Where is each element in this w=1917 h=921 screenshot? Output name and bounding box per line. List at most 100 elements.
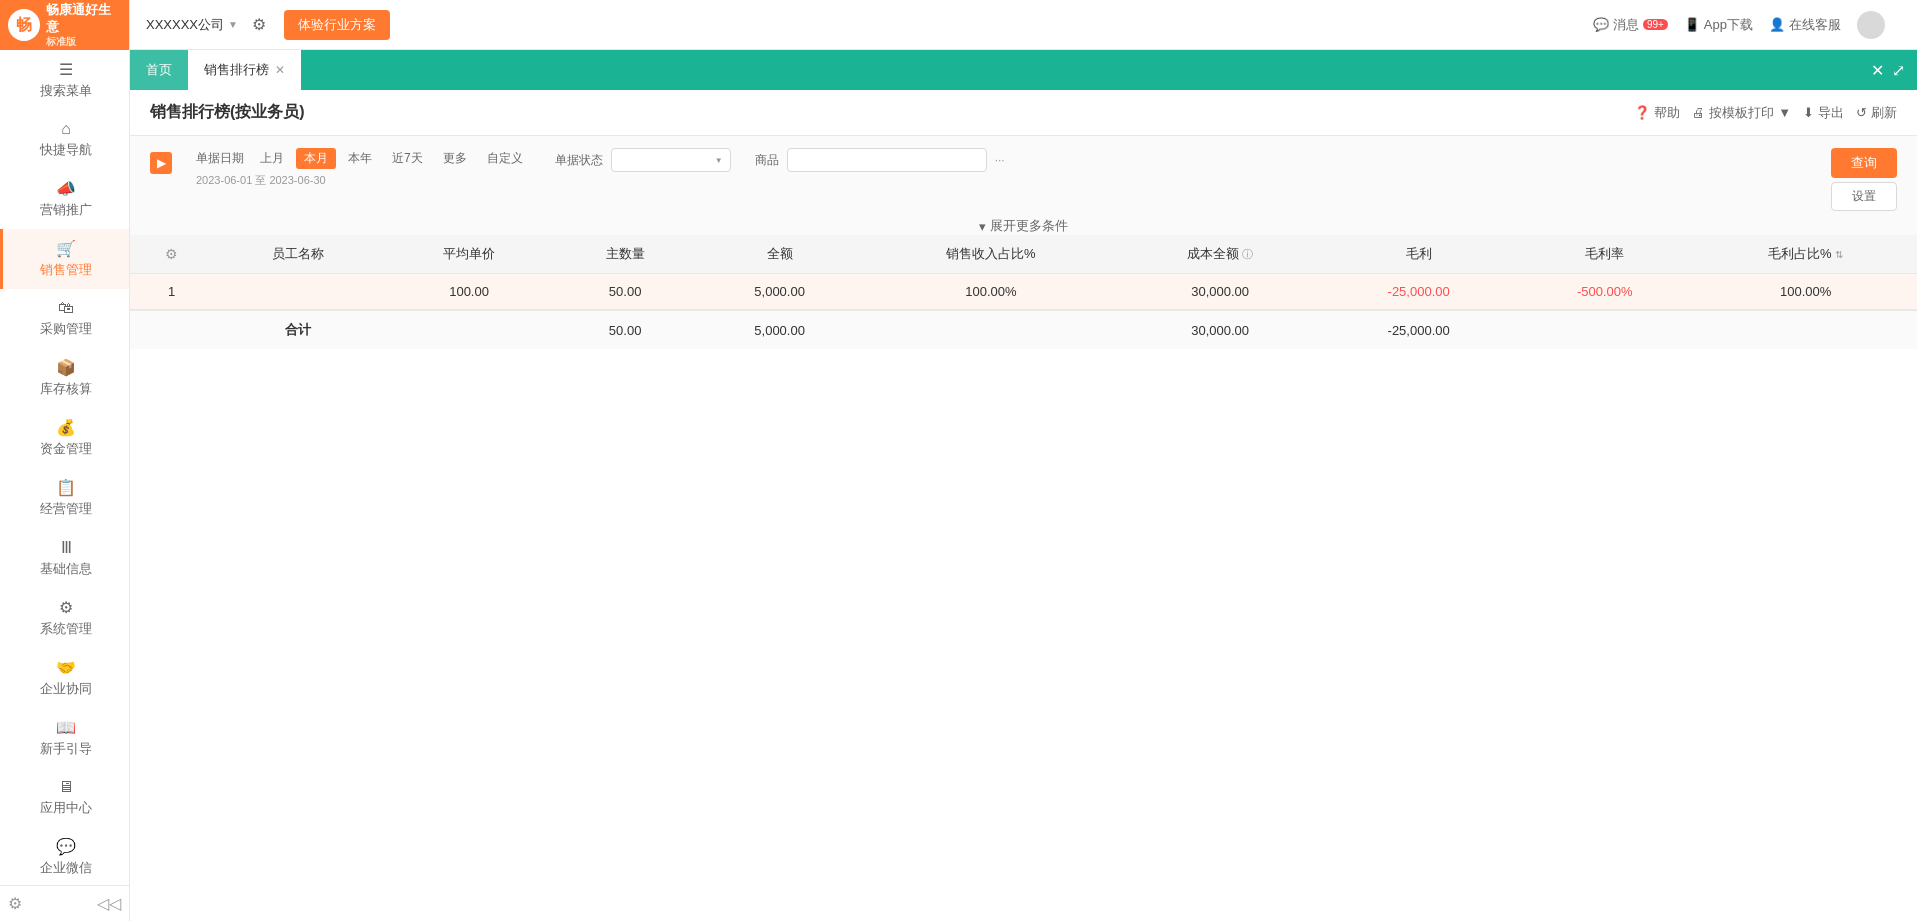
sidebar-item-system[interactable]: ⚙ 系统管理 (0, 588, 129, 648)
sidebar-item-purchase[interactable]: 🛍 采购管理 (0, 289, 129, 348)
th-avg-price: 平均单价 (384, 235, 555, 274)
footer-gross: -25,000.00 (1322, 310, 1516, 349)
sidebar-item-search[interactable]: ☰ 搜索菜单 (0, 50, 129, 110)
date-option-custom[interactable]: 自定义 (479, 148, 531, 169)
sidebar-item-quicknav[interactable]: ⌂ 快捷导航 (0, 110, 129, 169)
date-filter-label: 单据日期 (196, 150, 244, 167)
date-option-more[interactable]: 更多 (435, 148, 475, 169)
sidebar-item-sales[interactable]: 🛒 销售管理 (0, 229, 129, 289)
td-gross-rate: -500.00% (1515, 274, 1694, 311)
sidebar-item-wechat[interactable]: 💬 企业微信 (0, 827, 129, 885)
settings-gear-icon[interactable]: ⚙ (8, 894, 22, 913)
message-icon: 💬 (1593, 17, 1609, 32)
sidebar-item-appcenter[interactable]: 🖥 应用中心 (0, 768, 129, 827)
status-select[interactable] (611, 148, 731, 172)
td-cost: 30,000.00 (1118, 274, 1322, 311)
tab-expand-btn[interactable]: ⤢ (1892, 61, 1905, 80)
date-option-lastmonth[interactable]: 上月 (252, 148, 292, 169)
footer-settings (130, 310, 213, 349)
td-gross-pct: 100.00% (1694, 274, 1917, 311)
query-section: 查询 设置 (1831, 148, 1897, 211)
tab-home[interactable]: 首页 (130, 50, 188, 90)
query-btn[interactable]: 查询 (1831, 148, 1897, 178)
date-option-7days[interactable]: 近7天 (384, 148, 431, 169)
search-menu-icon: ☰ (59, 60, 73, 79)
status-filter-label: 单据状态 (555, 152, 603, 169)
topbar-actions: 💬 消息 99+ 📱 App下载 👤 在线客服 (1593, 11, 1901, 39)
user-avatar[interactable] (1857, 11, 1885, 39)
print-icon: 🖨 (1692, 105, 1705, 120)
th-amount: 全额 (696, 235, 864, 274)
print-dropdown-icon: ▼ (1778, 105, 1791, 120)
goods-filter-group: 商品 ··· (755, 148, 1005, 172)
sidebar-item-management[interactable]: 📋 经营管理 (0, 468, 129, 528)
th-settings[interactable]: ⚙ (130, 235, 213, 274)
td-amount: 5,000.00 (696, 274, 864, 311)
topbar: XXXXXX公司 ▼ ⚙ 体验行业方案 💬 消息 99+ 📱 App下载 👤 在… (130, 0, 1917, 50)
date-option-thismonth[interactable]: 本月 (296, 148, 336, 169)
date-option-thisyear[interactable]: 本年 (340, 148, 380, 169)
th-gross-pct: 毛利占比% ⇅ (1694, 235, 1917, 274)
footer-avg-price (384, 310, 555, 349)
sidebar-item-enterprise[interactable]: 🤝 企业协同 (0, 648, 129, 708)
th-gross-rate: 毛利率 (1515, 235, 1694, 274)
td-gross: -25,000.00 (1322, 274, 1516, 311)
tab-close-window-btn[interactable]: ✕ (1871, 61, 1884, 80)
sales-icon: 🛒 (56, 239, 76, 258)
app-download-action[interactable]: 📱 App下载 (1684, 16, 1753, 34)
goods-filter-label: 商品 (755, 152, 779, 169)
th-cost: 成本全额 ⓘ (1118, 235, 1322, 274)
sidebar-nav: ☰ 搜索菜单 ⌂ 快捷导航 📣 营销推广 🛒 销售管理 🛍 采购管理 📦 库存核… (0, 50, 129, 885)
th-sales-pct: 销售收入占比% (863, 235, 1118, 274)
sidebar-bottom: ⚙ ◁◁ (0, 885, 129, 921)
setting-btn[interactable]: 设置 (1831, 182, 1897, 211)
goods-input[interactable] (787, 148, 987, 172)
collapse-sidebar-icon[interactable]: ◁◁ (97, 894, 121, 913)
goods-more-icon[interactable]: ··· (995, 153, 1005, 167)
date-options: 上月 本月 本年 近7天 更多 自定义 (252, 148, 531, 169)
sidebar-item-inventory[interactable]: 📦 库存核算 (0, 348, 129, 408)
footer-qty: 50.00 (554, 310, 695, 349)
sidebar-item-marketing[interactable]: 📣 营销推广 (0, 169, 129, 229)
expand-more-btn[interactable]: ▾ 展开更多条件 (979, 217, 1068, 235)
trial-btn[interactable]: 体验行业方案 (284, 10, 390, 40)
content-area: 销售排行榜(按业务员) ❓ 帮助 🖨 按模板打印 ▼ ⬇ 导出 (130, 90, 1917, 921)
sidebar-item-basics[interactable]: Ⅲ 基础信息 (0, 528, 129, 588)
page-title: 销售排行榜(按业务员) (150, 102, 305, 123)
home-icon: ⌂ (61, 120, 71, 138)
td-qty: 50.00 (554, 274, 695, 311)
th-gross: 毛利 (1322, 235, 1516, 274)
help-icon: ❓ (1634, 105, 1650, 120)
sidebar-item-newguide[interactable]: 📖 新手引导 (0, 708, 129, 768)
filter-section: ▶ 单据日期 上月 本月 本年 近7天 更多 自定义 (130, 136, 1917, 235)
th-employee: 员工名称 (213, 235, 384, 274)
page-header-actions: ❓ 帮助 🖨 按模板打印 ▼ ⬇ 导出 ↺ 刷新 (1634, 104, 1897, 122)
inventory-icon: 📦 (56, 358, 76, 377)
td-rank: 1 (130, 274, 213, 311)
date-range-display: 2023-06-01 至 2023-06-30 (196, 173, 531, 188)
topbar-settings-icon[interactable]: ⚙ (252, 15, 266, 34)
purchase-icon: 🛍 (58, 299, 74, 317)
th-qty: 主数量 (554, 235, 695, 274)
enterprise-icon: 🤝 (56, 658, 76, 677)
message-action[interactable]: 💬 消息 99+ (1593, 16, 1668, 34)
td-sales-pct: 100.00% (863, 274, 1118, 311)
online-service-action[interactable]: 👤 在线客服 (1769, 16, 1841, 34)
help-btn[interactable]: ❓ 帮助 (1634, 104, 1680, 122)
filter-collapse-btn[interactable]: ▶ (150, 148, 172, 174)
tab-close-icon[interactable]: ✕ (275, 63, 285, 77)
table-row: 1 100.00 50.00 5,000.00 100.00% 30,000.0… (130, 274, 1917, 311)
company-selector[interactable]: XXXXXX公司 ▼ (146, 16, 238, 34)
expand-down-icon: ▾ (979, 219, 986, 234)
filter-row-main: ▶ 单据日期 上月 本月 本年 近7天 更多 自定义 (150, 148, 1897, 211)
tab-sales-ranking[interactable]: 销售排行榜 ✕ (188, 50, 301, 90)
home-tab-label: 首页 (146, 61, 172, 79)
refresh-icon: ↺ (1856, 105, 1867, 120)
export-btn[interactable]: ⬇ 导出 (1803, 104, 1844, 122)
page-header: 销售排行榜(按业务员) ❓ 帮助 🖨 按模板打印 ▼ ⬇ 导出 (130, 90, 1917, 136)
service-icon: 👤 (1769, 17, 1785, 32)
template-print-btn[interactable]: 🖨 按模板打印 ▼ (1692, 104, 1791, 122)
sidebar-item-finance[interactable]: 💰 资金管理 (0, 408, 129, 468)
td-avg-price: 100.00 (384, 274, 555, 311)
refresh-btn[interactable]: ↺ 刷新 (1856, 104, 1897, 122)
